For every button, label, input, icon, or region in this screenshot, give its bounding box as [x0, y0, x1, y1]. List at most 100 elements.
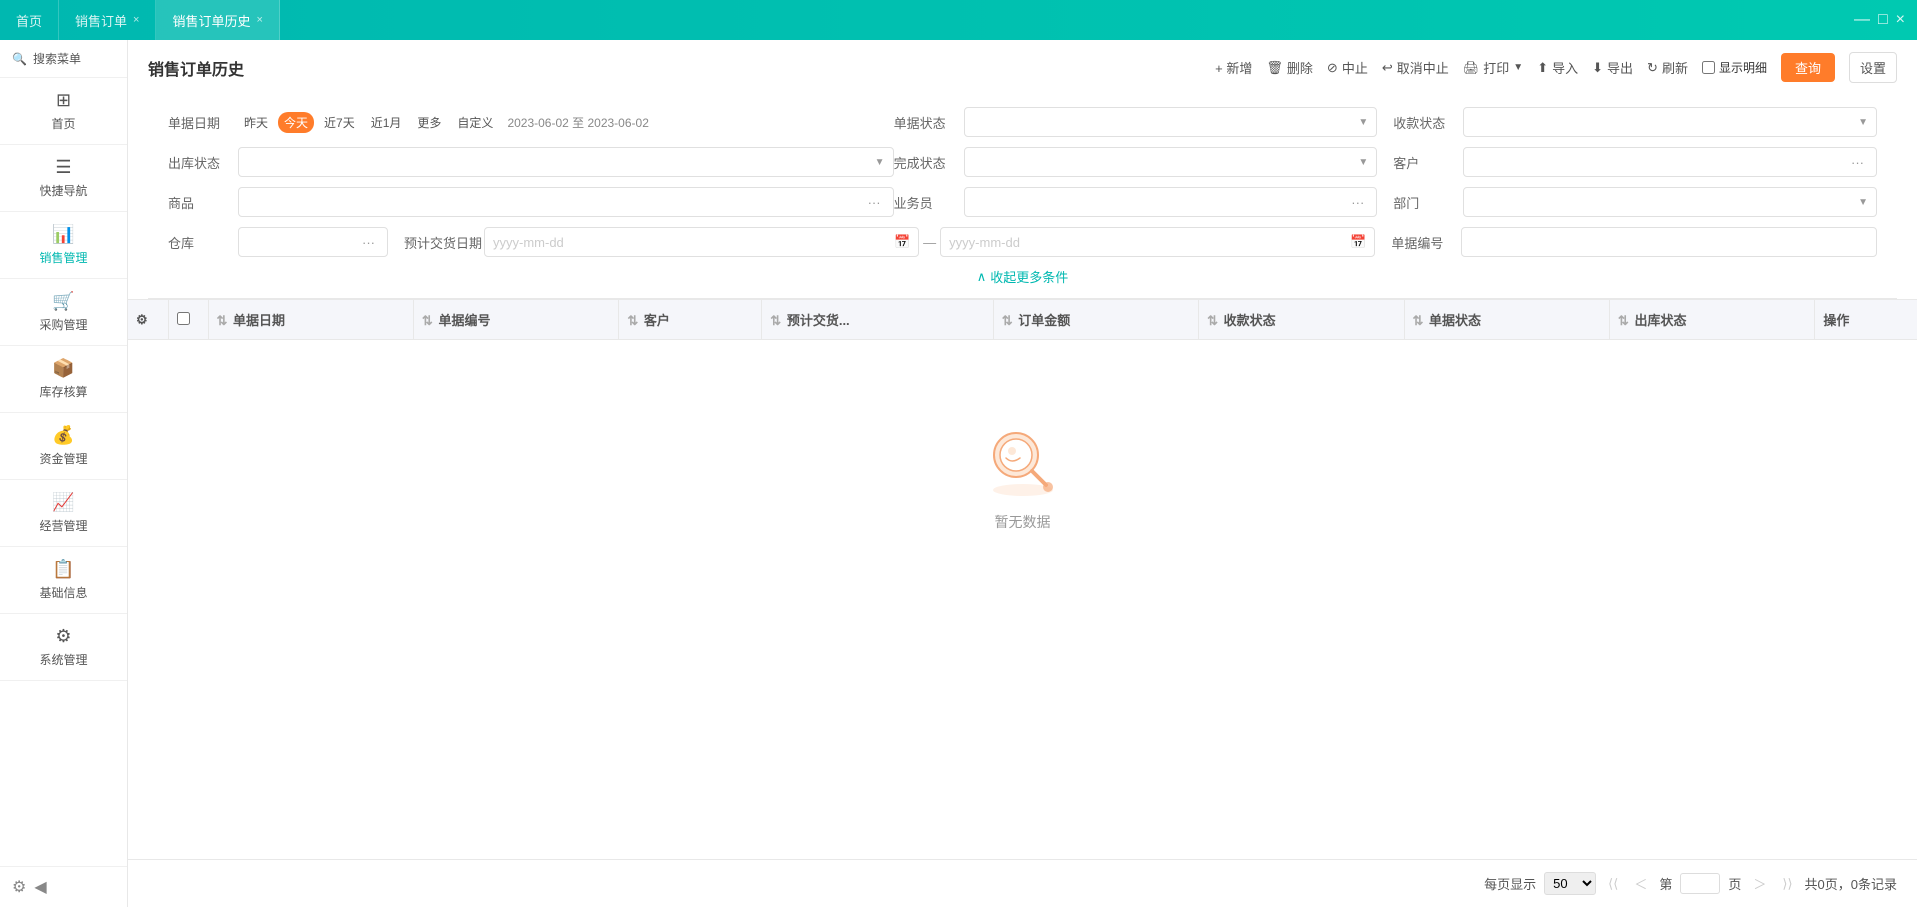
window-controls: — □ × — [1842, 11, 1917, 29]
salesperson-ellipsis[interactable]: ··· — [1347, 195, 1368, 210]
collapse-filter-link[interactable]: ∧ 收起更多条件 — [168, 267, 1877, 286]
tab-sales-order-close[interactable]: × — [133, 14, 139, 26]
maximize-btn[interactable]: □ — [1878, 11, 1888, 29]
display-cols-checkbox[interactable]: 显示明细 — [1702, 59, 1767, 76]
delete-button[interactable]: 🗑 删除 — [1266, 58, 1313, 77]
expected-delivery-label: 预计交货日期 — [404, 233, 484, 252]
date-tag-today[interactable]: 今天 — [278, 112, 314, 133]
date-tag-yesterday[interactable]: 昨天 — [238, 112, 274, 133]
warehouse-ellipsis[interactable]: ··· — [358, 235, 379, 250]
calendar-start-icon[interactable]: 📅 — [894, 234, 910, 250]
sidebar-item-home[interactable]: ⊞ 首页 — [0, 78, 127, 145]
customer-ellipsis[interactable]: ··· — [1847, 155, 1868, 170]
tab-sales-order-history-label: 销售订单历史 — [172, 11, 250, 30]
stop-button[interactable]: ⊘ 中止 — [1327, 58, 1368, 77]
sidebar-footer: ⚙ ◀ — [0, 866, 127, 907]
tab-home[interactable]: 首页 — [0, 0, 59, 40]
export-button[interactable]: ⬇ 导出 — [1592, 58, 1633, 77]
page-size-label: 每页显示 — [1484, 874, 1536, 893]
sidebar-item-system[interactable]: ⚙ 系统管理 — [0, 614, 127, 681]
sidebar-item-quick-nav[interactable]: ☰ 快捷导航 — [0, 145, 127, 212]
next-btn[interactable]: ＞ — [1749, 872, 1770, 895]
window-close-btn[interactable]: × — [1896, 11, 1905, 29]
inventory-icon: 📦 — [52, 358, 74, 379]
complete-status-arrow: ▼ — [1358, 157, 1368, 168]
customer-control[interactable]: ··· — [1463, 147, 1877, 177]
prev-btn[interactable]: ＜ — [1630, 872, 1651, 895]
doc-status-col-header: ⇅ 单据状态 — [1404, 300, 1609, 340]
product-control[interactable]: ··· — [238, 187, 894, 217]
sidebar-search[interactable]: 🔍 搜索菜单 — [0, 40, 127, 78]
sidebar-item-sales[interactable]: 📊 销售管理 — [0, 212, 127, 279]
date-tag-more[interactable]: 更多 — [411, 112, 447, 133]
import-button[interactable]: ⬆ 导入 — [1537, 58, 1578, 77]
date-tag-custom[interactable]: 自定义 — [451, 112, 499, 133]
page-number-input[interactable]: 1 — [1680, 873, 1720, 894]
date-tag-last7[interactable]: 近7天 — [318, 112, 361, 133]
warehouse-label: 仓库 — [168, 233, 238, 252]
prev-first-btn[interactable]: ⟨⟨ — [1604, 874, 1622, 894]
department-control[interactable]: ▼ — [1463, 187, 1877, 217]
select-all-checkbox[interactable] — [177, 312, 190, 325]
expected-delivery-col-header: ⇅ 预计交货... — [762, 300, 993, 340]
display-cols-input[interactable] — [1702, 61, 1715, 74]
customer-col-label: 客户 — [644, 313, 670, 328]
tab-sales-order[interactable]: 销售订单 × — [59, 0, 156, 40]
sidebar-item-finance[interactable]: 💰 资金管理 — [0, 413, 127, 480]
filter-complete-status: 完成状态 ▼ — [894, 147, 1378, 177]
minimize-btn[interactable]: — — [1854, 11, 1870, 29]
product-label: 商品 — [168, 193, 238, 212]
date-tag-last1m[interactable]: 近1月 — [365, 112, 408, 133]
sidebar-item-system-label: 系统管理 — [39, 651, 87, 668]
complete-status-control[interactable]: ▼ — [964, 147, 1378, 177]
purchase-icon: 🛒 — [52, 291, 74, 312]
add-button[interactable]: + 新增 — [1215, 58, 1252, 77]
page-label: 页 — [1728, 874, 1741, 893]
refresh-button[interactable]: ↻ 刷新 — [1647, 58, 1688, 77]
sidebar-collapse-icon[interactable]: ◀ — [34, 877, 46, 897]
delivery-start-placeholder: yyyy-mm-dd — [493, 235, 890, 250]
sidebar-item-inventory[interactable]: 📦 库存核算 — [0, 346, 127, 413]
checkbox-col-header[interactable] — [168, 300, 208, 340]
date-range-display: 2023-06-02 至 2023-06-02 — [507, 114, 648, 131]
sidebar: 🔍 搜索菜单 ⊞ 首页 ☰ 快捷导航 📊 销售管理 🛒 采购管理 📦 库存核算 … — [0, 40, 128, 907]
delivery-end-control[interactable]: yyyy-mm-dd 📅 — [940, 227, 1375, 257]
tab-sales-order-history-close[interactable]: × — [256, 14, 262, 26]
out-status-control[interactable]: ▼ — [238, 147, 894, 177]
filter-customer: 客户 ··· — [1393, 147, 1877, 177]
cancel-stop-button[interactable]: ↩ 取消中止 — [1382, 58, 1449, 77]
receipt-status-arrow: ▼ — [1858, 117, 1868, 128]
export-button-label: 导出 — [1607, 58, 1633, 77]
delivery-start-control[interactable]: yyyy-mm-dd 📅 — [484, 227, 919, 257]
settings-button[interactable]: 设置 — [1849, 52, 1897, 83]
product-ellipsis[interactable]: ··· — [864, 195, 885, 210]
doc-date-label: 单据日期 — [168, 113, 238, 132]
salesperson-control[interactable]: ··· — [964, 187, 1378, 217]
quick-nav-icon: ☰ — [55, 157, 71, 178]
home-icon: ⊞ — [56, 90, 71, 111]
table-settings-icon[interactable]: ⚙ — [136, 312, 148, 327]
doc-status-control[interactable]: ▼ — [964, 107, 1378, 137]
order-amount-col-header: ⇅ 订单金额 — [993, 300, 1198, 340]
page-number-label: 第 — [1659, 874, 1672, 893]
receipt-status-control[interactable]: ▼ — [1463, 107, 1877, 137]
sidebar-item-operation[interactable]: 📈 经营管理 — [0, 480, 127, 547]
customer-col-header: ⇅ 客户 — [619, 300, 762, 340]
query-button[interactable]: 查询 — [1781, 53, 1835, 82]
doc-date-control: 昨天 今天 近7天 近1月 更多 自定义 2023-06-02 至 2023-0… — [238, 107, 894, 137]
doc-status-label: 单据状态 — [894, 113, 964, 132]
tab-sales-order-history[interactable]: 销售订单历史 × — [156, 0, 279, 40]
sidebar-item-base[interactable]: 📋 基础信息 — [0, 547, 127, 614]
warehouse-control[interactable]: ··· — [238, 227, 388, 257]
settings-col-header[interactable]: ⚙ — [128, 300, 168, 340]
out-status-col-label: 出库状态 — [1634, 313, 1686, 328]
sidebar-settings-icon[interactable]: ⚙ — [12, 877, 26, 897]
filter-row-1: 单据日期 昨天 今天 近7天 近1月 更多 自定义 2023-06-02 至 2… — [168, 107, 1877, 137]
doc-no-control[interactable] — [1461, 227, 1877, 257]
next-last-btn[interactable]: ⟩⟩ — [1778, 874, 1796, 894]
page-size-select[interactable]: 50 100 200 — [1544, 872, 1596, 895]
page-title-bar: 销售订单历史 + 新增 🗑 删除 ⊘ 中止 ↩ 取消中止 — [148, 52, 1897, 83]
sidebar-item-purchase[interactable]: 🛒 采购管理 — [0, 279, 127, 346]
print-button[interactable]: 🖨 打印 ▼ — [1463, 58, 1523, 77]
calendar-end-icon[interactable]: 📅 — [1350, 234, 1366, 250]
